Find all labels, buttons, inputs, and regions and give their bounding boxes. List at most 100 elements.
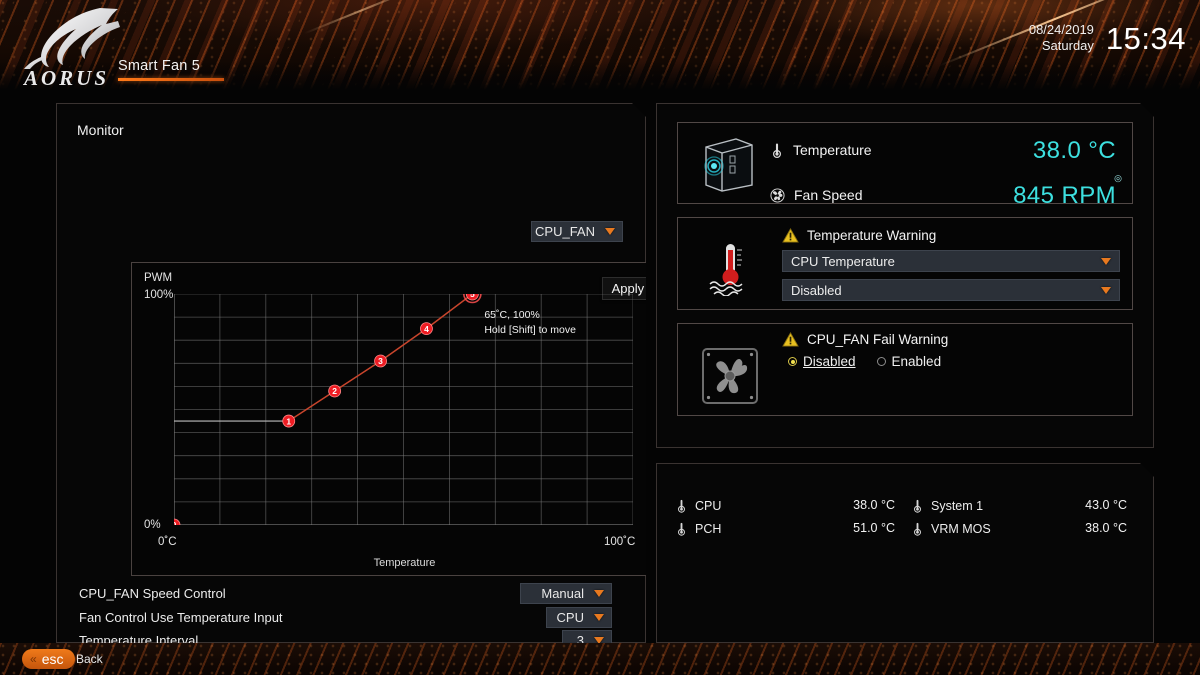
sensor-panel: CPU 38.0 °C System 1 43.0 °C PCH 51.0 °C VRM M…: [656, 463, 1154, 643]
fan-curve-svg: 0 1 2 3 4 5: [174, 294, 633, 525]
radio-label: Disabled: [803, 354, 856, 369]
brand-wordmark: AORUS: [24, 66, 110, 90]
monitor-panel: Monitor CPU_FAN PWM 100% 0% 0˚C 100˚C Te…: [56, 103, 646, 643]
aorus-eagle-logo-icon: [24, 8, 120, 69]
fan-fail-radio-option[interactable]: Enabled: [877, 354, 942, 369]
chart-y-min-label: 0%: [144, 519, 161, 531]
sensor-left-value: 51.0 °C: [853, 521, 895, 535]
setting-value: CPU: [556, 609, 584, 625]
clock: 08/24/2019 Saturday 15:34: [1029, 22, 1186, 55]
temperature-readout: Temperature: [770, 142, 872, 158]
thermometer-icon: [911, 498, 924, 513]
sensor-left-value: 38.0 °C: [853, 498, 895, 512]
radio-label: Enabled: [891, 354, 942, 369]
thermometer-icon: [675, 498, 688, 513]
sensor-row: CPU 38.0 °C System 1 43.0 °C: [675, 498, 1137, 521]
fan-fail-warning-title: CPU_FAN Fail Warning: [807, 332, 949, 347]
thermometer-icon: [911, 521, 924, 536]
pc-case-icon: [696, 133, 758, 195]
readout-box: Temperature 38.0 °C Fan Speed 845 RPM ◎: [677, 122, 1133, 204]
back-action-label: Back: [76, 652, 103, 666]
chart-x-max-label: 100˚C: [604, 536, 636, 548]
temperature-value: 38.0 °C: [1032, 137, 1116, 164]
fan-speed-value: 845 RPM: [1013, 182, 1116, 209]
temperature-warning-title: Temperature Warning: [807, 228, 937, 243]
curve-point-index: 5: [470, 294, 475, 299]
chevron-down-icon: [594, 614, 604, 621]
temperature-warning-threshold-dropdown[interactable]: Disabled: [782, 279, 1120, 301]
fan-selector-value: CPU_FAN: [535, 224, 595, 239]
fan-fail-warning-options: Disabled Enabled: [788, 354, 955, 369]
thermometer-hot-icon: [704, 240, 758, 296]
monitor-label: Monitor: [77, 122, 124, 138]
page-title-underline: [118, 78, 224, 81]
temperature-warning-title-row: Temperature Warning: [782, 228, 936, 243]
setting-value: Manual: [541, 586, 584, 601]
footer-bar: « esc Back: [0, 643, 1200, 675]
chevron-down-icon: [1101, 258, 1111, 265]
temperature-warning-threshold-value: Disabled: [791, 282, 842, 298]
chevron-left-icon: «: [30, 652, 37, 666]
temperature-warning-source-value: CPU Temperature: [791, 253, 895, 269]
curve-point-index: 0: [174, 520, 177, 525]
curve-point-index: 4: [424, 324, 429, 334]
fan-fail-warning-title-row: CPU_FAN Fail Warning: [782, 332, 948, 347]
degree-mark-icon: ◎: [1114, 173, 1122, 183]
warning-triangle-icon: [782, 332, 799, 347]
curve-point[interactable]: 0: [174, 519, 180, 525]
chart-y-max-label: 100%: [144, 289, 174, 301]
fan-speed-readout: Fan Speed: [770, 187, 863, 203]
curve-point[interactable]: 4: [420, 323, 432, 335]
chart-x-min-label: 0˚C: [158, 536, 177, 548]
setting-value-dropdown[interactable]: Manual: [520, 583, 612, 604]
aorus-logo: AORUS: [14, 6, 124, 90]
curve-point-index: 1: [286, 416, 291, 426]
footer-hex-texture: [0, 643, 1200, 675]
sensor-list: CPU 38.0 °C System 1 43.0 °C PCH 51.0 °C VRM M…: [675, 498, 1137, 544]
sensor-right-label: System 1: [911, 498, 983, 513]
setting-label: CPU_FAN Speed Control: [79, 586, 226, 602]
esc-key-label: esc: [41, 651, 64, 667]
sensor-left-label: PCH: [675, 521, 721, 536]
temperature-label: Temperature: [793, 142, 872, 158]
sensor-row: PCH 51.0 °C VRM MOS 38.0 °C: [675, 521, 1137, 544]
esc-key-button[interactable]: « esc: [22, 649, 76, 669]
chart-gridlines: [174, 294, 633, 525]
curve-point[interactable]: 2: [329, 385, 341, 397]
fan-fail-warning-box: CPU_FAN Fail Warning Disabled Enabled: [677, 323, 1133, 416]
sensor-right-value: 38.0 °C: [1085, 521, 1127, 535]
clock-date: 08/24/2019: [1028, 22, 1094, 37]
setting-value-dropdown[interactable]: CPU: [546, 607, 612, 628]
clock-weekday: Saturday: [1041, 38, 1094, 54]
status-panel: Temperature 38.0 °C Fan Speed 845 RPM ◎: [656, 103, 1154, 448]
bios-screen: AORUS Smart Fan 5 08/24/2019 Saturday 15…: [0, 0, 1200, 675]
curve-point[interactable]: 1: [283, 415, 295, 427]
fan-selector-dropdown[interactable]: CPU_FAN: [531, 221, 623, 242]
fan-icon: [770, 188, 785, 203]
temperature-warning-source-dropdown[interactable]: CPU Temperature: [782, 250, 1120, 272]
curve-point-index: 2: [332, 386, 337, 396]
thermometer-icon: [675, 521, 688, 536]
setting-label: Fan Control Use Temperature Input: [79, 609, 283, 625]
chevron-down-icon: [594, 590, 604, 597]
chevron-down-icon: [605, 228, 615, 235]
chart-plot-area[interactable]: 012345 65˚C, 100% Hold [Shift] to move: [174, 294, 633, 525]
fan-fail-radio-option[interactable]: Disabled: [788, 354, 856, 369]
chevron-down-icon: [1101, 287, 1111, 294]
sensor-right-label: VRM MOS: [911, 521, 991, 536]
sensor-right-value: 43.0 °C: [1085, 498, 1127, 512]
warning-triangle-icon: [782, 228, 799, 243]
chart-y-axis-title: PWM: [144, 272, 173, 284]
fan-blades-icon: [702, 348, 758, 404]
fan-speed-label: Fan Speed: [794, 187, 863, 203]
fan-curve-chart[interactable]: PWM 100% 0% 0˚C 100˚C Temperature Apply …: [131, 262, 676, 576]
setting-row: CPU_FAN Speed Control Manual: [57, 582, 647, 606]
sensor-left-label: CPU: [675, 498, 721, 513]
clock-time: 15:34: [1105, 20, 1186, 56]
curve-point[interactable]: 3: [375, 355, 387, 367]
radio-button-icon: [877, 357, 886, 366]
temperature-warning-box: Temperature Warning CPU Temperature Disa…: [677, 217, 1133, 310]
setting-row: Fan Control Use Temperature Input CPU: [57, 606, 647, 630]
chart-x-axis-title: Temperature: [373, 557, 436, 569]
radio-button-icon: [788, 357, 797, 366]
